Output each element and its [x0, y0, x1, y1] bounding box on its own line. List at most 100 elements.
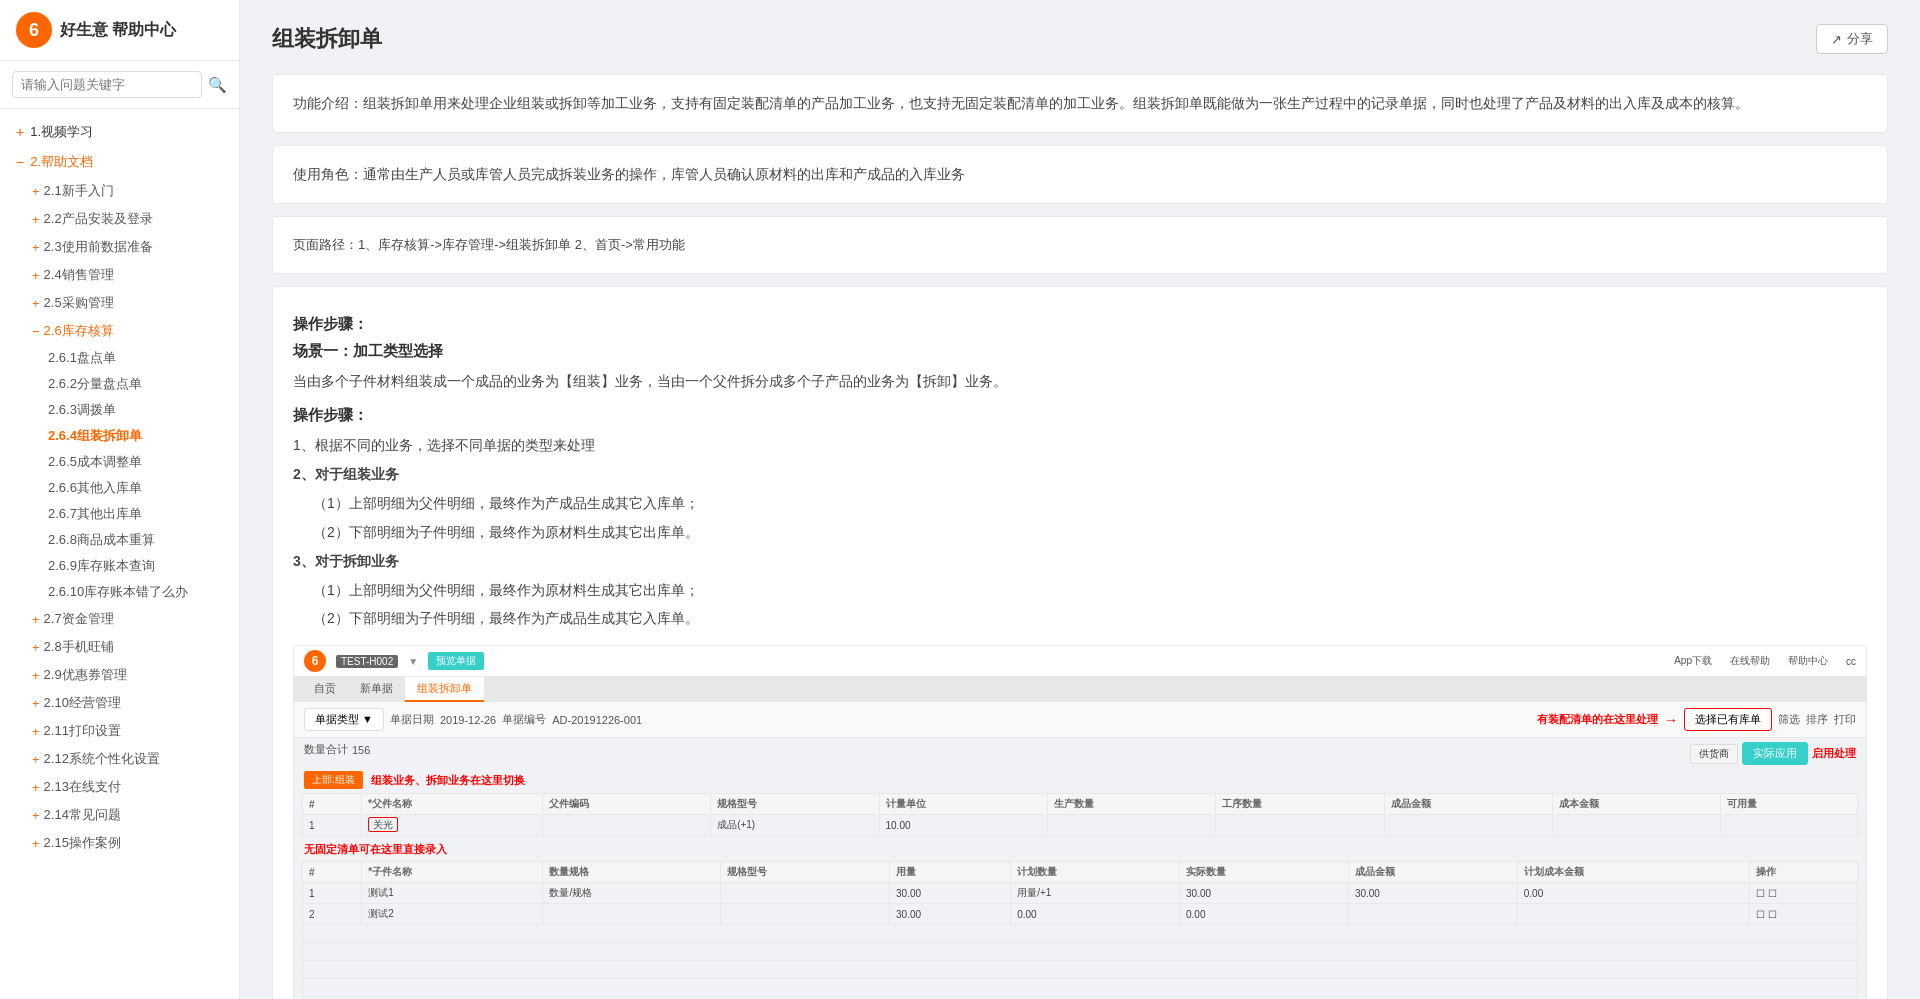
- sidebar-item-sales[interactable]: + 2.4销售管理: [32, 261, 239, 289]
- table-row: 1 关光 成品(+1) 10.00: [303, 815, 1858, 836]
- section-label: 上部:组装: [304, 771, 363, 789]
- mock-date-label: 单据日期: [390, 712, 434, 727]
- sub-row1-serial: 1: [303, 883, 362, 904]
- sidebar-item-otherin[interactable]: 2.6.6其他入库单: [48, 475, 239, 501]
- mock-btn-process[interactable]: 选择已有库单: [1684, 708, 1772, 731]
- sidebar-item-ops[interactable]: + 2.10经营管理: [32, 689, 239, 717]
- sidebar-item-error[interactable]: 2.6.10库存账本错了么办: [48, 579, 239, 605]
- mock-date-value: 2019-12-26: [440, 714, 496, 726]
- steps-title: 操作步骤：: [293, 406, 1867, 425]
- sidebar-item-costcalc[interactable]: 2.6.8商品成本重算: [48, 527, 239, 553]
- sidebar-item-cash[interactable]: + 2.7资金管理: [32, 605, 239, 633]
- sidebar-item-stocktake[interactable]: 2.6.1盘点单: [48, 345, 239, 371]
- sidebar-item-faq[interactable]: + 2.14常见问题: [32, 801, 239, 829]
- col-spec: 规格型号: [711, 794, 879, 815]
- sidebar-title: 好生意 帮助中心: [60, 20, 176, 41]
- sub-row2-serial: 2: [303, 904, 362, 925]
- mock-filter-label: 筛选: [1778, 712, 1800, 727]
- sidebar-item-ops-label: 2.10经营管理: [44, 694, 121, 712]
- sub-col-actual-qty: 实际数量: [1180, 862, 1349, 883]
- sub-row1-spec2: 数量/规格: [543, 883, 721, 904]
- plus-icon: +: [16, 124, 24, 140]
- sidebar-item-mobile[interactable]: + 2.8手机旺铺: [32, 633, 239, 661]
- sidebar-item-purchase[interactable]: + 2.5采购管理: [32, 289, 239, 317]
- sidebar-item-assembly-label: 2.6.4组装拆卸单: [48, 428, 142, 443]
- arrow1: →: [1664, 712, 1678, 728]
- sidebar-item-partition[interactable]: 2.6.2分量盘点单: [48, 371, 239, 397]
- mock-tab-assembly[interactable]: 组装拆卸单: [405, 677, 484, 702]
- logo-icon: 6: [16, 12, 52, 48]
- sidebar-item-cash-label: 2.7资金管理: [44, 610, 114, 628]
- sidebar-item-install[interactable]: + 2.2产品安装及登录: [32, 205, 239, 233]
- sidebar-item-ledger[interactable]: 2.6.9库存账本查询: [48, 553, 239, 579]
- step2-2: （2）下部明细为子件明细，最终作为原材料生成其它出库单。: [313, 520, 1867, 545]
- mock-topbar: 6 TEST-H002 ▼ 预览单据 App下载 在线帮助 帮助中心 cc: [294, 646, 1866, 677]
- search-input[interactable]: [12, 71, 202, 98]
- sidebar-item-transfer[interactable]: 2.6.3调拨单: [48, 397, 239, 423]
- scene1-title: 场景一：加工类型选择: [293, 342, 1867, 361]
- sidebar-inventory-children: 2.6.1盘点单 2.6.2分量盘点单 2.6.3调拨单 2.6.4组装拆卸单 …: [32, 345, 239, 605]
- sidebar-item-onlinepay[interactable]: + 2.13在线支付: [32, 773, 239, 801]
- step2: 2、对于组装业务: [293, 462, 1867, 487]
- sidebar-item-docs-label: 2.帮助文档: [30, 153, 93, 171]
- sidebar-item-video[interactable]: + 1.视频学习: [0, 117, 239, 147]
- sub-col-spec2: 数量规格: [543, 862, 721, 883]
- sidebar-item-cases[interactable]: + 2.15操作案例: [32, 829, 239, 857]
- sidebar-item-print[interactable]: + 2.11打印设置: [32, 717, 239, 745]
- sidebar-item-costadjust[interactable]: 2.6.5成本调整单: [48, 449, 239, 475]
- sidebar-item-sysconfig[interactable]: + 2.12系统个性化设置: [32, 745, 239, 773]
- row-parent-name: 关光: [361, 815, 542, 836]
- mock-action-bar: 单据类型 ▼ 单据日期 2019-12-26 单据编号 AD-20191226-…: [294, 702, 1866, 738]
- sidebar-item-error-label: 2.6.10库存账本错了么办: [48, 584, 188, 599]
- step3-2: （2）下部明细为子件明细，最终作为产成品生成其它入库单。: [313, 606, 1867, 631]
- role-card: 使用角色：通常由生产人员或库管人员完成拆装业务的操作，库管人员确认原材料的出库和…: [272, 145, 1888, 204]
- sidebar-item-inventory[interactable]: − 2.6库存核算: [32, 317, 239, 345]
- sub-row1-name: 测试1: [362, 883, 543, 904]
- sidebar-item-assembly[interactable]: 2.6.4组装拆卸单: [48, 423, 239, 449]
- mock-enable-btn[interactable]: 实际应用: [1742, 742, 1808, 765]
- col-cost-amt: 成本金额: [1553, 794, 1721, 815]
- page-header: 组装拆卸单 ↗ 分享: [272, 24, 1888, 54]
- sidebar-item-coupon[interactable]: + 2.9优惠券管理: [32, 661, 239, 689]
- sub-col-op: 操作: [1750, 862, 1858, 883]
- annotation1-text: 有装配清单的在这里处理: [1537, 712, 1658, 727]
- intro-text: 功能介绍：组装拆卸单用来处理企业组装或拆卸等加工业务，支持有固定装配清单的产品加…: [293, 95, 1749, 111]
- sub-table-wrapper: # *子件名称 数量规格 规格型号 用量 计划数量 实际数量 成品金额 计划成本…: [294, 861, 1866, 999]
- sidebar-item-otherin-label: 2.6.6其他入库单: [48, 480, 142, 495]
- mock-topbar-btn1: 预览单据: [428, 652, 484, 670]
- mock-topbar-logo: 6: [304, 650, 326, 672]
- search-button[interactable]: 🔍: [208, 76, 227, 94]
- col-proc-qty: 工序数量: [1216, 794, 1384, 815]
- sidebar-item-docs[interactable]: − 2.帮助文档: [0, 147, 239, 177]
- operations-title: 操作步骤：: [293, 315, 1867, 334]
- sidebar-item-ledger-label: 2.6.9库存账本查询: [48, 558, 155, 573]
- sidebar-item-video-label: 1.视频学习: [30, 123, 93, 141]
- annotation2-text: 组装业务、拆卸业务在这里切换: [371, 773, 525, 788]
- sidebar-item-data[interactable]: + 2.3使用前数据准备: [32, 233, 239, 261]
- scene1-desc: 当由多个子件材料组装成一个成品的业务为【组装】业务，当由一个父件拆分成多个子产品…: [293, 369, 1867, 394]
- sidebar-item-transfer-label: 2.6.3调拨单: [48, 402, 116, 417]
- sub-row2-spec2: [543, 904, 721, 925]
- sidebar-item-newbie[interactable]: + 2.1新手入门: [32, 177, 239, 205]
- sub-col-name: *子件名称: [362, 862, 543, 883]
- share-button[interactable]: ↗ 分享: [1816, 24, 1888, 54]
- col-unit: 计量单位: [879, 794, 1047, 815]
- sidebar-item-data-label: 2.3使用前数据准备: [44, 238, 153, 256]
- mock-tab-home[interactable]: 自贡: [302, 677, 348, 702]
- sidebar-item-purchase-label: 2.5采购管理: [44, 294, 114, 312]
- nav-list: + 1.视频学习 − 2.帮助文档 + 2.1新手入门 + 2.2产品安装及登录…: [0, 109, 239, 999]
- mock-btn-type[interactable]: 单据类型 ▼: [304, 708, 384, 731]
- sidebar-header: 6 好生意 帮助中心: [0, 0, 239, 61]
- minus-icon: −: [16, 154, 24, 170]
- sidebar-item-coupon-label: 2.9优惠券管理: [44, 666, 127, 684]
- sub-row1-usage: 30.00: [890, 883, 1011, 904]
- sidebar-item-mobile-label: 2.8手机旺铺: [44, 638, 114, 656]
- sidebar-item-onlinepay-label: 2.13在线支付: [44, 778, 121, 796]
- sidebar-item-otherout[interactable]: 2.6.7其他出库单: [48, 501, 239, 527]
- sub-row1-actual-qty: 30.00: [1180, 883, 1349, 904]
- sidebar-item-sysconfig-label: 2.12系统个性化设置: [44, 750, 160, 768]
- sub-table-row-empty: [303, 979, 1858, 997]
- annotation3-text: 启用处理: [1812, 746, 1856, 761]
- mock-tab-new[interactable]: 新单据: [348, 677, 405, 702]
- page-title: 组装拆卸单: [272, 24, 382, 54]
